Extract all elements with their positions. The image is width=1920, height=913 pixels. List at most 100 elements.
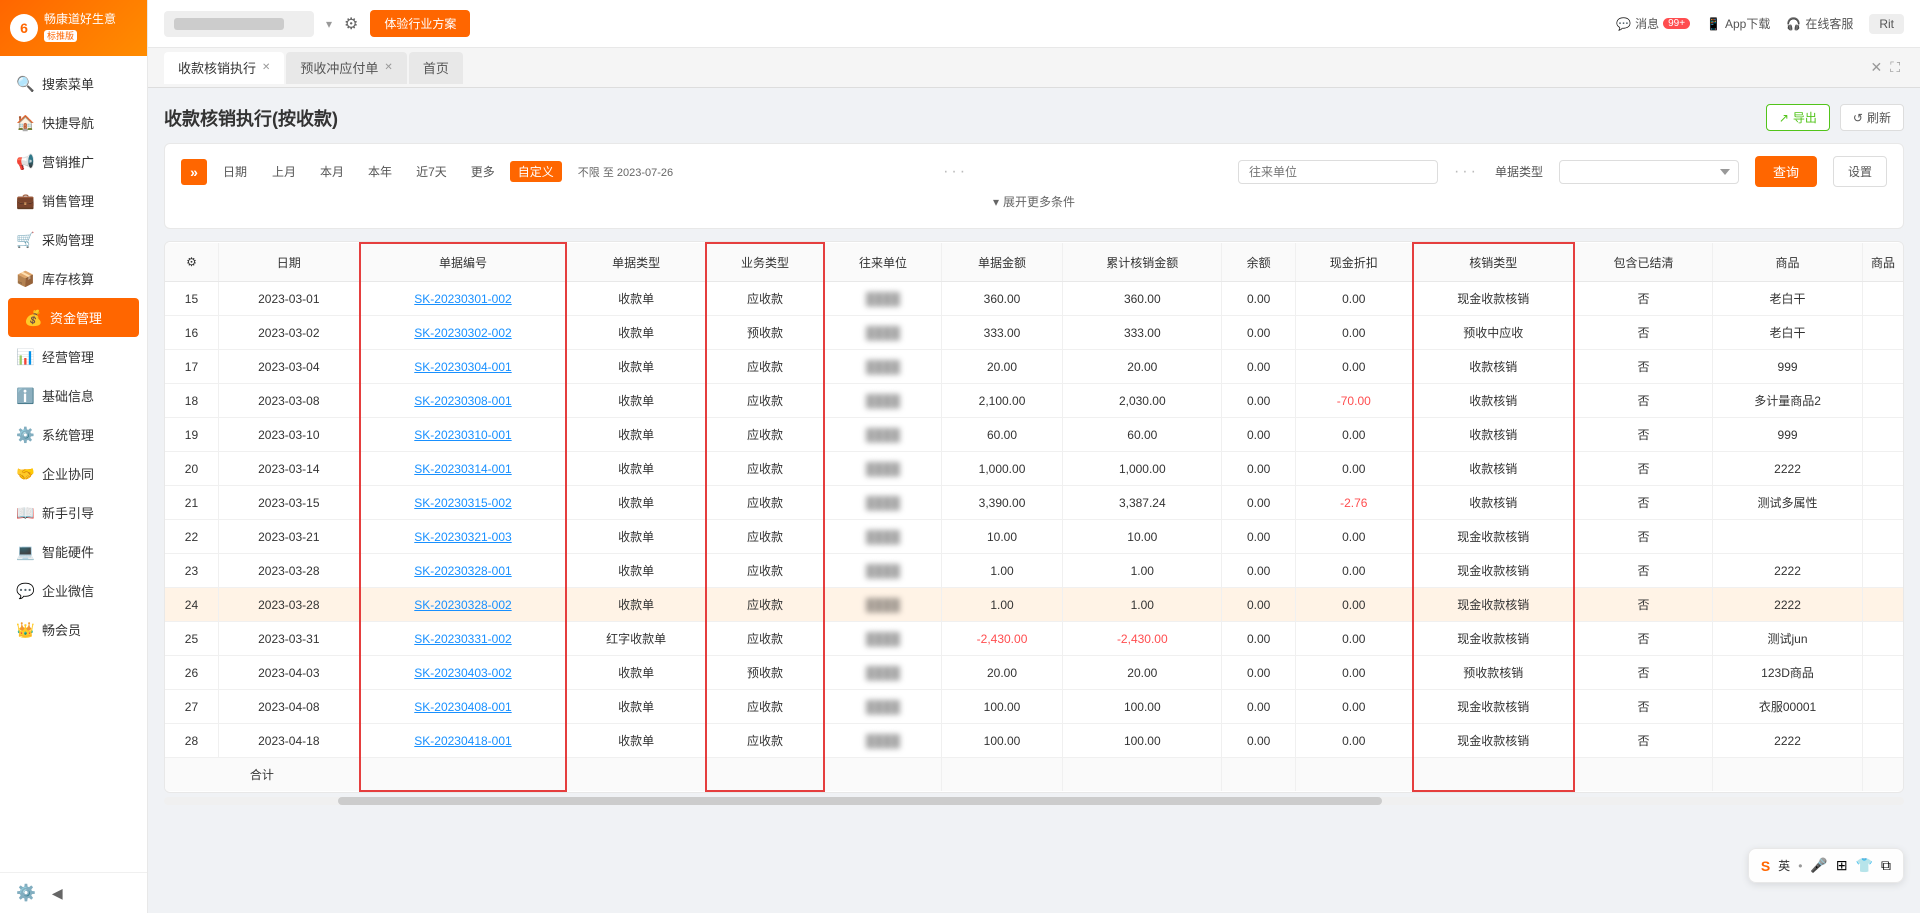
footer-biztype xyxy=(706,758,824,792)
sidebar-item-库存核算[interactable]: 📦库存核算 xyxy=(0,259,147,298)
col-header-settings[interactable]: ⚙ xyxy=(165,243,218,282)
tab-2[interactable]: 收款核销执行 ✕ xyxy=(164,52,284,84)
sidebar-item-畅会员[interactable]: 👑畅会员 xyxy=(0,610,147,649)
cell-biztype: 应收款 xyxy=(706,554,824,588)
sidebar-item-系统管理[interactable]: ⚙️系统管理 xyxy=(0,415,147,454)
cell-amount: 10.00 xyxy=(941,520,1062,554)
cell-amount: 2,100.00 xyxy=(941,384,1062,418)
cell-product1: 老白干 xyxy=(1713,316,1863,350)
col-header-product1: 商品 xyxy=(1713,243,1863,282)
tab-0[interactable]: 首页 xyxy=(409,52,463,84)
cell-discount: 0.00 xyxy=(1295,316,1412,350)
mic-icon[interactable]: 🎤 xyxy=(1810,857,1827,874)
receipt-type-label: 单据类型 xyxy=(1495,163,1543,180)
cell-amount: 100.00 xyxy=(941,690,1062,724)
table-row: 21 2023-03-15 SK-20230315-002 收款单 应收款 ██… xyxy=(165,486,1903,520)
cell-partner: ████ xyxy=(824,622,941,656)
sidebar-item-资金管理[interactable]: 💰资金管理 xyxy=(8,298,139,337)
date-this-month[interactable]: 本月 xyxy=(311,160,353,183)
refresh-button[interactable]: ↺ 刷新 xyxy=(1840,104,1904,131)
cell-product1: 测试jun xyxy=(1713,622,1863,656)
cell-partner: ████ xyxy=(824,520,941,554)
app-download-button[interactable]: 📱 App下载 xyxy=(1706,15,1770,32)
sidebar-icon-10: 🤝 xyxy=(16,465,34,483)
cell-product1 xyxy=(1713,520,1863,554)
tab-close-all-icon[interactable]: ✕ xyxy=(1870,59,1882,76)
table-row: 16 2023-03-02 SK-20230302-002 收款单 预收款 ██… xyxy=(165,316,1903,350)
solution-button[interactable]: 体验行业方案 xyxy=(370,10,470,37)
page-title: 收款核销执行(按收款) xyxy=(164,105,338,131)
sidebar-item-智能硬件[interactable]: 💻智能硬件 xyxy=(0,532,147,571)
topbar-gear-icon[interactable]: ⚙ xyxy=(344,14,358,34)
cell-partner: ████ xyxy=(824,452,941,486)
cell-partner: ████ xyxy=(824,724,941,758)
cell-included: 否 xyxy=(1574,656,1713,690)
cell-verifytype: 现金收款核销 xyxy=(1413,724,1574,758)
cell-balance: 0.00 xyxy=(1222,486,1295,520)
sidebar-item-经营管理[interactable]: 📊经营管理 xyxy=(0,337,147,376)
cell-product1: 多计量商品2 xyxy=(1713,384,1863,418)
sidebar-item-企业协同[interactable]: 🤝 企业协同 xyxy=(0,454,147,493)
table-row: 15 2023-03-01 SK-20230301-002 收款单 应收款 ██… xyxy=(165,282,1903,316)
copy-icon[interactable]: ⧉ xyxy=(1881,857,1891,874)
refresh-icon: ↺ xyxy=(1853,111,1863,125)
date-7days[interactable]: 近7天 xyxy=(407,160,456,183)
shirt-icon[interactable]: 👕 xyxy=(1856,857,1873,874)
messages-button[interactable]: 💬 消息 99+ xyxy=(1616,15,1690,32)
expand-filter-button[interactable]: ▾ 展开更多条件 xyxy=(181,187,1887,216)
sidebar-item-新手引导[interactable]: 📖新手引导 xyxy=(0,493,147,532)
cell-partner: ████ xyxy=(824,418,941,452)
cell-biztype: 应收款 xyxy=(706,350,824,384)
cell-discount: 0.00 xyxy=(1295,350,1412,384)
tab-1[interactable]: 预收冲应付单✕ xyxy=(286,52,406,84)
cell-accum: 2,030.00 xyxy=(1063,384,1222,418)
sidebar-label-13: 企业微信 xyxy=(42,581,94,600)
cell-date: 2023-04-03 xyxy=(218,656,359,690)
date-custom-btn[interactable]: 自定义 xyxy=(510,161,562,182)
table-row: 19 2023-03-10 SK-20230310-001 收款单 应收款 ██… xyxy=(165,418,1903,452)
date-more[interactable]: 更多 xyxy=(462,160,504,183)
cell-no: 16 xyxy=(165,316,218,350)
sidebar-item-销售管理[interactable]: 💼销售管理 xyxy=(0,181,147,220)
date-last-month[interactable]: 上月 xyxy=(263,160,305,183)
cell-verifytype: 现金收款核销 xyxy=(1413,588,1574,622)
online-service-button[interactable]: 🎧 在线客服 xyxy=(1786,15,1853,32)
cell-balance: 0.00 xyxy=(1222,588,1295,622)
cell-docno: SK-20230403-002 xyxy=(360,656,567,690)
tab-label-2: 收款核销执行 xyxy=(178,58,256,77)
setting-button[interactable]: 设置 xyxy=(1833,156,1887,187)
sidebar-item-搜索菜单[interactable]: 🔍搜索菜单 xyxy=(0,64,147,103)
sidebar-item-基础信息[interactable]: ℹ️基础信息 xyxy=(0,376,147,415)
sidebar-label-9: 系统管理 xyxy=(42,425,94,444)
tab-expand-icon[interactable]: ⛶ xyxy=(1890,59,1900,76)
cell-discount: 0.00 xyxy=(1295,656,1412,690)
receipt-type-select[interactable] xyxy=(1559,160,1739,184)
cell-accum: 1.00 xyxy=(1063,554,1222,588)
query-button[interactable]: 查询 xyxy=(1755,156,1817,187)
sidebar-item-采购管理[interactable]: 🛒采购管理 xyxy=(0,220,147,259)
user-name[interactable]: Rit xyxy=(1869,14,1904,34)
brand-s-icon: S xyxy=(1761,858,1770,874)
sidebar-item-营销推广[interactable]: 📢营销推广 xyxy=(0,142,147,181)
headset-icon: 🎧 xyxy=(1786,17,1801,31)
grid-icon[interactable]: ⊞ xyxy=(1836,857,1848,874)
main-content: ▾ ⚙ 体验行业方案 💬 消息 99+ 📱 App下载 🎧 在线客服 Rit 收… xyxy=(148,0,1920,913)
table-row: 25 2023-03-31 SK-20230331-002 红字收款单 应收款 … xyxy=(165,622,1903,656)
cell-product2 xyxy=(1862,588,1903,622)
cell-amount: -2,430.00 xyxy=(941,622,1062,656)
tab-close-1[interactable]: ✕ xyxy=(384,62,392,73)
partner-input[interactable] xyxy=(1238,160,1438,184)
cell-doctype: 收款单 xyxy=(566,554,706,588)
sidebar-item-快捷导航[interactable]: 🏠快捷导航 xyxy=(0,103,147,142)
sidebar-label-10: 企业协同 xyxy=(42,464,94,483)
date-this-year[interactable]: 本年 xyxy=(359,160,401,183)
filter-toggle-button[interactable]: » xyxy=(181,159,207,185)
sidebar-item-企业微信[interactable]: 💬企业微信 xyxy=(0,571,147,610)
collapse-icon[interactable]: ◀ xyxy=(52,885,63,902)
settings-icon[interactable]: ⚙️ xyxy=(16,883,36,903)
tab-close-2[interactable]: ✕ xyxy=(262,62,270,73)
cell-included: 否 xyxy=(1574,350,1713,384)
export-button[interactable]: ↗ 导出 xyxy=(1766,104,1830,131)
topbar-chevron-icon[interactable]: ▾ xyxy=(326,17,332,31)
col-header-accum: 累计核销金额 xyxy=(1063,243,1222,282)
